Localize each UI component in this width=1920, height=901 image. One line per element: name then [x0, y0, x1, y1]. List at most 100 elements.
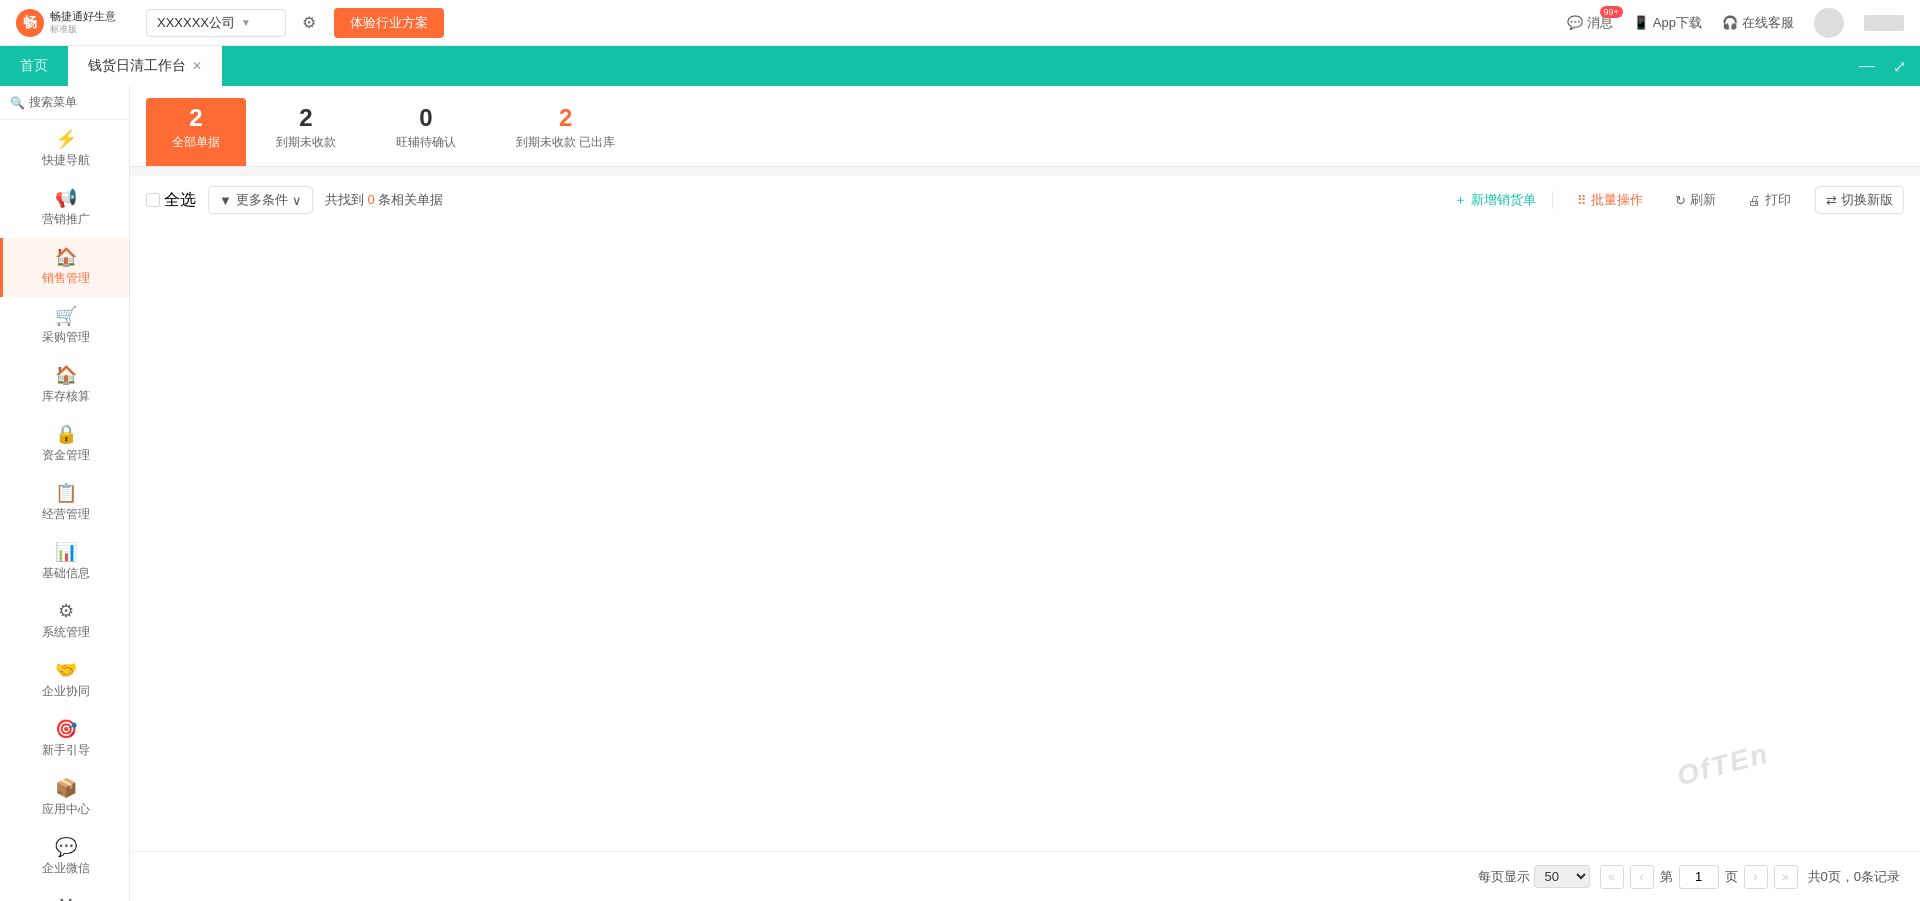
quick-nav-icon: ⚡ [55, 130, 77, 148]
sidebar-item-basic-info[interactable]: 📊 基础信息 [0, 533, 129, 592]
sidebar-item-inventory[interactable]: 🏠 库存核算 [0, 356, 129, 415]
sidebar-item-label: 资金管理 [42, 447, 90, 464]
sidebar-item-label: 快捷导航 [42, 152, 90, 169]
pagination: 每页显示 50 100 200 « ‹ 第 页 › [130, 851, 1920, 901]
first-page-icon: « [1608, 870, 1615, 884]
select-all-checkbox[interactable] [146, 193, 160, 207]
print-icon: 🖨 [1748, 193, 1761, 208]
page-prefix: 第 [1660, 868, 1673, 886]
page-size-select[interactable]: 每页显示 50 100 200 [1478, 865, 1590, 888]
sidebar-item-app-center[interactable]: 📦 应用中心 [0, 769, 129, 828]
enterprise-icon: 🤝 [55, 661, 77, 679]
select-all-label: 全选 [164, 190, 196, 211]
filter-button[interactable]: ▼ 更多条件 ∨ [208, 186, 313, 214]
main-layout: 🔍 搜索菜单 ⚡ 快捷导航 📢 营销推广 🏠 销售管理 🛒 采购管理 🏠 库存核… [0, 86, 1920, 901]
refresh-button[interactable]: ↻ 刷新 [1667, 187, 1724, 213]
wechat-icon: 💬 [55, 838, 77, 856]
found-suffix: 条相关单据 [378, 192, 443, 207]
message-button[interactable]: 💬 消息 99+ [1567, 14, 1613, 32]
plus-icon: ＋ [1454, 191, 1467, 209]
prev-page-button[interactable]: ‹ [1630, 865, 1654, 889]
stat-tab-all[interactable]: 2 全部单据 [146, 98, 246, 166]
top-bar: 畅 畅捷通好生意 标准版 XXXXXX公司 ▼ ⚙ 体验行业方案 💬 消息 99… [0, 0, 1920, 46]
stats-tabs: 2 全部单据 2 到期未收款 0 旺辅待确认 2 到期未收款 已出库 [130, 86, 1920, 167]
operations-icon: 📋 [55, 484, 77, 502]
filter-icon: ▼ [219, 193, 232, 208]
tab-workbench-label: 钱货日清工作台 [88, 57, 186, 75]
batch-button[interactable]: ⠿ 批量操作 [1569, 187, 1651, 213]
app-download-button[interactable]: 📱 App下载 [1633, 14, 1702, 32]
minimize-button[interactable]: — [1855, 53, 1879, 79]
download-icon: 📱 [1633, 15, 1649, 30]
sidebar-item-operations[interactable]: 📋 经营管理 [0, 474, 129, 533]
new-sale-label: 新增销货单 [1471, 191, 1536, 209]
content-area: 2 全部单据 2 到期未收款 0 旺辅待确认 2 到期未收款 已出库 全选 [130, 86, 1920, 901]
refresh-icon: ↻ [1675, 193, 1686, 208]
sales-icon: 🏠 [55, 248, 77, 266]
tab-home[interactable]: 首页 [0, 46, 68, 86]
table-area [130, 224, 1920, 851]
tab-close-icon[interactable]: ✕ [192, 59, 202, 73]
select-all-area[interactable]: 全选 [146, 190, 196, 211]
logo-sub: 标准版 [50, 23, 116, 36]
message-badge: 99+ [1600, 6, 1623, 18]
online-service-label: 在线客服 [1742, 14, 1794, 32]
member-icon: V [60, 897, 72, 901]
search-menu-label: 搜索菜单 [29, 94, 77, 111]
logo-text: 畅捷通好生意 [50, 9, 116, 23]
stat-num-shipped: 2 [559, 106, 572, 130]
gear-button[interactable]: ⚙ [294, 8, 324, 38]
stat-label-all: 全部单据 [172, 134, 220, 151]
sidebar-item-sales[interactable]: 🏠 销售管理 [0, 238, 129, 297]
top-right-actions: 💬 消息 99+ 📱 App下载 🎧 在线客服 [1567, 8, 1904, 38]
sidebar-item-label: 新手引导 [42, 742, 90, 759]
sidebar-item-label: 应用中心 [42, 801, 90, 818]
marketing-icon: 📢 [55, 189, 77, 207]
chevron-icon: ∨ [292, 193, 302, 208]
search-menu-item[interactable]: 🔍 搜索菜单 [0, 86, 129, 120]
new-sale-button[interactable]: ＋ 新增销货单 [1454, 191, 1536, 209]
sidebar-item-marketing[interactable]: 📢 营销推广 [0, 179, 129, 238]
stat-tab-shipped[interactable]: 2 到期未收款 已出库 [486, 98, 645, 166]
print-button[interactable]: 🖨 打印 [1740, 187, 1799, 213]
experience-button[interactable]: 体验行业方案 [334, 8, 444, 38]
tab-home-label: 首页 [20, 57, 48, 75]
company-selector[interactable]: XXXXXX公司 ▼ [146, 9, 286, 37]
online-service-button[interactable]: 🎧 在线客服 [1722, 14, 1794, 32]
sidebar-item-finance[interactable]: 🔒 资金管理 [0, 415, 129, 474]
divider [1552, 191, 1553, 209]
stat-tab-wangfu[interactable]: 0 旺辅待确认 [366, 98, 486, 166]
service-icon: 🎧 [1722, 15, 1738, 30]
user-name[interactable] [1864, 15, 1904, 31]
last-page-button[interactable]: » [1774, 865, 1798, 889]
sidebar-item-label: 系统管理 [42, 624, 90, 641]
page-number-input[interactable] [1679, 865, 1719, 889]
sidebar-item-quick-nav[interactable]: ⚡ 快捷导航 [0, 120, 129, 179]
per-page-selector[interactable]: 50 100 200 [1534, 865, 1590, 888]
maximize-button[interactable]: ⤢ [1889, 53, 1910, 80]
page-suffix: 页 [1725, 868, 1738, 886]
sidebar-item-wechat[interactable]: 💬 企业微信 [0, 828, 129, 887]
company-name: XXXXXX公司 [157, 14, 235, 32]
next-page-button[interactable]: › [1744, 865, 1768, 889]
sidebar-item-purchase[interactable]: 🛒 采购管理 [0, 297, 129, 356]
stat-tab-overdue[interactable]: 2 到期未收款 [246, 98, 366, 166]
stat-label-overdue: 到期未收款 [276, 134, 336, 151]
system-icon: ⚙ [58, 602, 74, 620]
sidebar-item-guide[interactable]: 🎯 新手引导 [0, 710, 129, 769]
toolbar: 全选 ▼ 更多条件 ∨ 共找到 0 条相关单据 ＋ 新增销货单 ⠿ [130, 175, 1920, 224]
chevron-down-icon: ▼ [241, 17, 251, 28]
found-text: 共找到 0 条相关单据 [325, 191, 443, 209]
sidebar-item-system[interactable]: ⚙ 系统管理 [0, 592, 129, 651]
stat-num-overdue: 2 [299, 106, 312, 130]
purchase-icon: 🛒 [55, 307, 77, 325]
sidebar-item-member[interactable]: V 畅会员 [0, 887, 129, 901]
avatar[interactable] [1814, 8, 1844, 38]
first-page-button[interactable]: « [1600, 865, 1624, 889]
guide-icon: 🎯 [55, 720, 77, 738]
found-num: 0 [368, 192, 375, 207]
switch-version-button[interactable]: ⇄ 切换新版 [1815, 186, 1904, 214]
batch-icon: ⠿ [1577, 193, 1587, 208]
sidebar-item-enterprise[interactable]: 🤝 企业协同 [0, 651, 129, 710]
tab-workbench[interactable]: 钱货日清工作台 ✕ [68, 46, 222, 86]
